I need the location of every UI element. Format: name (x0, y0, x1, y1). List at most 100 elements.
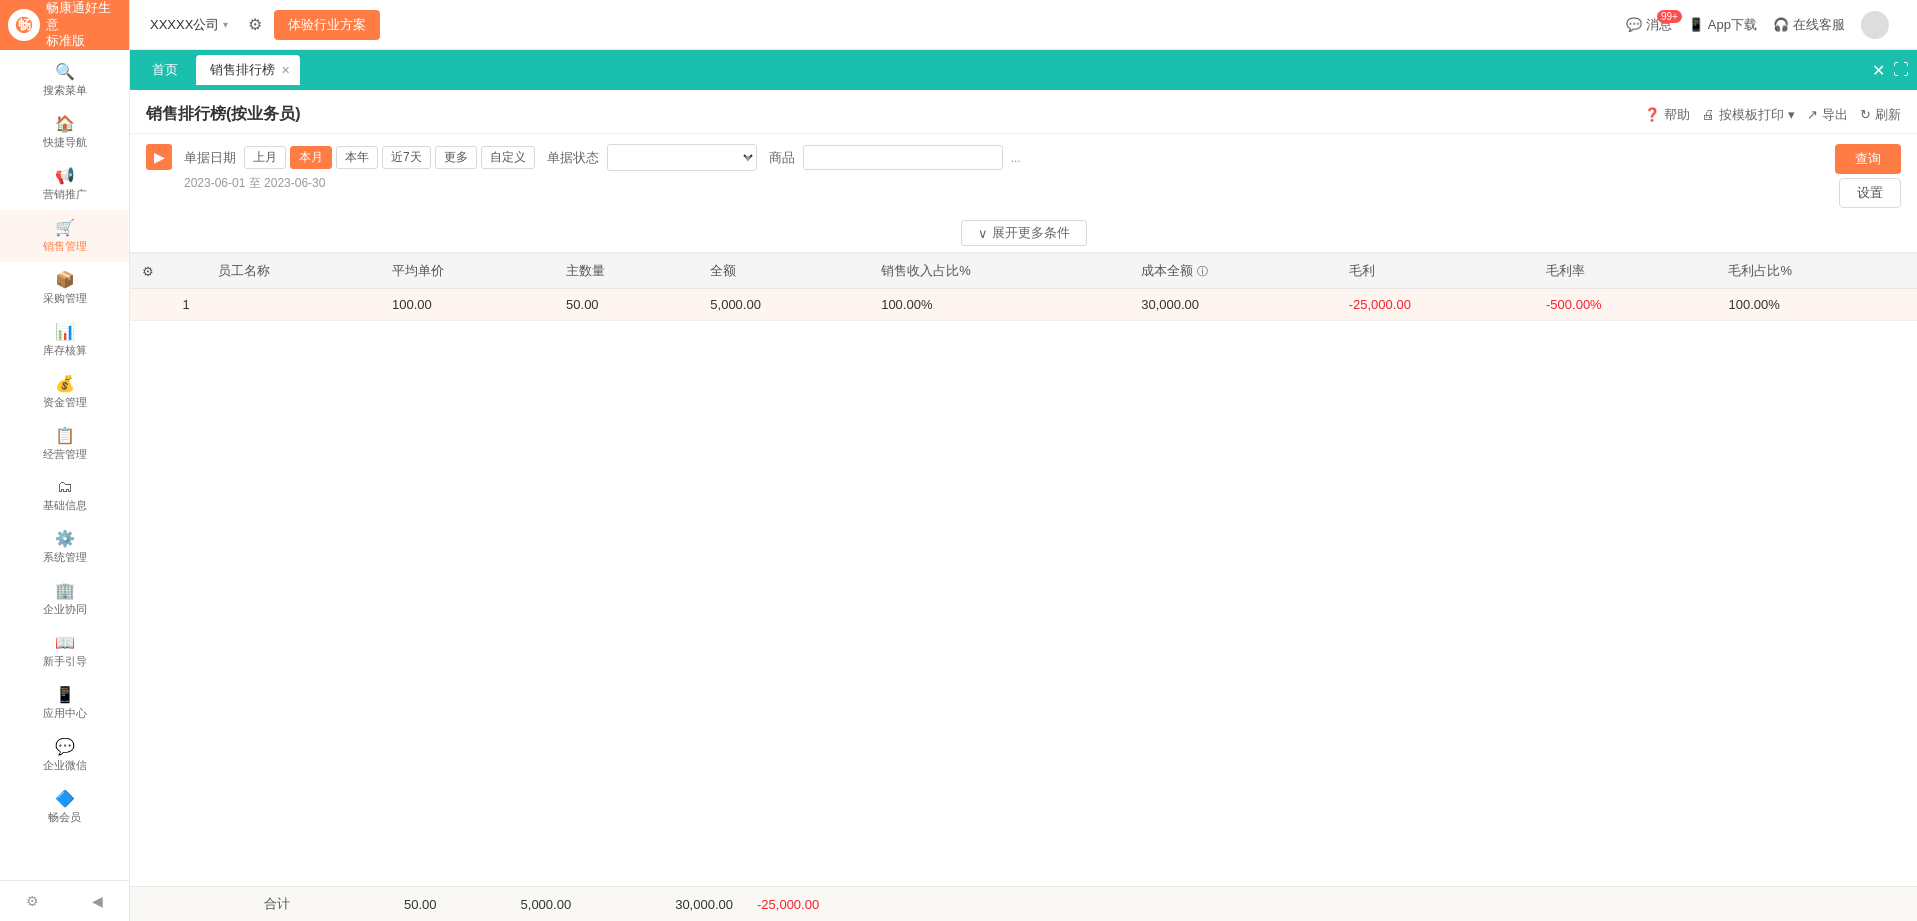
row-settings[interactable] (130, 289, 166, 321)
date-label: 单据日期 (184, 149, 236, 167)
sidebar-item-marketing[interactable]: 📢营销推广 (0, 158, 129, 210)
search-icon: 🔍 (55, 62, 75, 81)
table-header-row: ⚙ 员工名称 平均单价 主数量 全额 销售收入占比% 成本全额 ⓘ 毛利 毛利率… (130, 254, 1917, 289)
content-area: 销售排行榜(按业务员) ❓ 帮助 🖨 按模板打印 ▾ ↗ 导出 ↻ 刷新 (130, 90, 1917, 921)
row-cost: 30,000.00 (1129, 289, 1337, 321)
table-row: 1 100.00 50.00 5,000.00 100.00% 30,000.0… (130, 289, 1917, 321)
tab-home[interactable]: 首页 (138, 55, 192, 85)
sidebar-item-search[interactable]: 🔍搜索菜单 (0, 54, 129, 106)
row-rank: 1 (166, 289, 206, 321)
sidebar: 畅 畅康通好生意 标准版 🔍搜索菜单🏠快捷导航📢营销推广🛒销售管理📦采购管理📊库… (0, 0, 130, 921)
current-month-btn[interactable]: 本月 (290, 146, 332, 169)
sidebar-item-inventory[interactable]: 📊库存核算 (0, 314, 129, 366)
sales-icon: 🛒 (55, 218, 75, 237)
avatar[interactable] (1861, 11, 1889, 39)
prev-month-btn[interactable]: 上月 (244, 146, 286, 169)
query-button[interactable]: 查询 (1835, 144, 1901, 174)
sidebar-item-system[interactable]: ⚙️系统管理 (0, 521, 129, 573)
vip-icon: 🔷 (55, 789, 75, 808)
col-name: 员工名称 (206, 254, 380, 289)
custom-date-btn[interactable]: 自定义 (481, 146, 535, 169)
row-amount: 5,000.00 (698, 289, 869, 321)
goods-filter-group: 商品 ... (769, 145, 1021, 170)
topbar-right: 💬 消息 99+ 📱 App下载 🎧 在线客服 (1626, 11, 1905, 39)
sidebar-item-sales[interactable]: 🛒销售管理 (0, 210, 129, 262)
date-range-display: 2023-06-01 至 2023-06-30 (184, 175, 1823, 192)
right-action-buttons: 查询 设置 (1835, 144, 1901, 208)
goods-input[interactable] (803, 145, 1003, 170)
message-button[interactable]: 💬 消息 99+ (1626, 16, 1672, 34)
row-avg-price: 100.00 (380, 289, 554, 321)
row-sales-pct: 100.00% (869, 289, 1129, 321)
window-maximize-icon[interactable]: ⛶ (1893, 61, 1909, 80)
chevron-down-icon: ▾ (223, 19, 228, 30)
help-button[interactable]: ❓ 帮助 (1644, 106, 1690, 124)
print-button[interactable]: 🖨 按模板打印 ▾ (1702, 106, 1795, 124)
refresh-icon: ↻ (1860, 107, 1871, 122)
export-button[interactable]: ↗ 导出 (1807, 106, 1848, 124)
sidebar-item-basic[interactable]: 🗂基础信息 (0, 470, 129, 521)
page-title: 销售排行榜(按业务员) (146, 104, 301, 125)
col-sales-pct: 销售收入占比% (869, 254, 1129, 289)
app-download-button[interactable]: 📱 App下载 (1688, 16, 1757, 34)
tab-sales-ranking[interactable]: 销售排行榜 ✕ (196, 55, 300, 85)
col-settings[interactable]: ⚙ (130, 254, 166, 289)
more-date-btn[interactable]: 更多 (435, 146, 477, 169)
col-cost: 成本全额 ⓘ (1129, 254, 1337, 289)
tabbar-controls: ✕ ⛶ (1872, 61, 1909, 80)
svg-text:畅: 畅 (18, 17, 31, 32)
company-settings-icon[interactable]: ⚙ (248, 15, 262, 34)
col-avg-price: 平均单价 (380, 254, 554, 289)
filter-collapse-btn[interactable]: ▶ (146, 144, 172, 170)
guide-icon: 📖 (55, 633, 75, 652)
company-selector[interactable]: XXXXX公司 ▾ (142, 12, 236, 38)
row-gross: -25,000.00 (1337, 289, 1534, 321)
sidebar-item-appstore[interactable]: 📱应用中心 (0, 677, 129, 729)
refresh-button[interactable]: ↻ 刷新 (1860, 106, 1901, 124)
footer-amount: 5,000.00 (509, 897, 584, 912)
help-icon: ❓ (1644, 107, 1660, 122)
sales-table: ⚙ 员工名称 平均单价 主数量 全额 销售收入占比% 成本全额 ⓘ 毛利 毛利率… (130, 254, 1917, 321)
wechat-icon: 💬 (55, 737, 75, 756)
sidebar-item-purchase[interactable]: 📦采购管理 (0, 262, 129, 314)
col-main-qty: 主数量 (554, 254, 698, 289)
company-name: XXXXX公司 (150, 16, 219, 34)
status-select-wrapper (607, 144, 757, 171)
expand-more-row: ∨ 展开更多条件 (130, 214, 1917, 253)
footer-label: 合计 (212, 895, 392, 913)
enterprise-icon: 🏢 (55, 581, 75, 600)
current-year-btn[interactable]: 本年 (336, 146, 378, 169)
main-area: XXXXX公司 ▾ ⚙ 体验行业方案 💬 消息 99+ 📱 App下载 🎧 在线… (130, 0, 1917, 921)
date-buttons: 上月 本月 本年 近7天 更多 自定义 (244, 146, 535, 169)
export-icon: ↗ (1807, 107, 1818, 122)
status-select[interactable] (607, 144, 757, 171)
table-footer: 合计 50.00 5,000.00 30,000.00 -25,000.00 (130, 886, 1917, 921)
recent7-btn[interactable]: 近7天 (382, 146, 431, 169)
tab-close-icon[interactable]: ✕ (281, 64, 290, 77)
filter-section: ▶ 单据日期 上月 本月 本年 近7天 更多 自定义 (130, 134, 1917, 254)
sidebar-item-finance[interactable]: 💰资金管理 (0, 366, 129, 418)
row-gross-rate: -500.00% (1534, 289, 1716, 321)
sidebar-settings-icon[interactable]: ⚙ (22, 889, 43, 913)
sidebar-item-enterprise[interactable]: 🏢企业协同 (0, 573, 129, 625)
sidebar-nav: 🔍搜索菜单🏠快捷导航📢营销推广🛒销售管理📦采购管理📊库存核算💰资金管理📋经营管理… (0, 50, 129, 880)
online-service-button[interactable]: 🎧 在线客服 (1773, 16, 1845, 34)
logo-icon: 畅 (8, 9, 40, 41)
sidebar-item-vip[interactable]: 🔷畅会员 (0, 781, 129, 833)
basic-icon: 🗂 (57, 478, 73, 496)
quick-icon: 🏠 (55, 114, 75, 133)
expand-more-btn[interactable]: ∨ 展开更多条件 (961, 220, 1087, 246)
service-icon: 🎧 (1773, 17, 1789, 32)
inventory-icon: 📊 (55, 322, 75, 341)
table-body: 1 100.00 50.00 5,000.00 100.00% 30,000.0… (130, 289, 1917, 321)
sidebar-item-quick[interactable]: 🏠快捷导航 (0, 106, 129, 158)
sidebar-bottom: ⚙ ◀ (0, 880, 129, 921)
sidebar-collapse-icon[interactable]: ◀ (88, 889, 107, 913)
sidebar-item-operation[interactable]: 📋经营管理 (0, 418, 129, 470)
settings-button[interactable]: 设置 (1839, 178, 1901, 208)
window-close-icon[interactable]: ✕ (1872, 61, 1885, 80)
sidebar-item-guide[interactable]: 📖新手引导 (0, 625, 129, 677)
sidebar-item-wechat[interactable]: 💬企业微信 (0, 729, 129, 781)
more-options-btn[interactable]: ... (1011, 151, 1021, 165)
trial-button[interactable]: 体验行业方案 (274, 10, 380, 40)
